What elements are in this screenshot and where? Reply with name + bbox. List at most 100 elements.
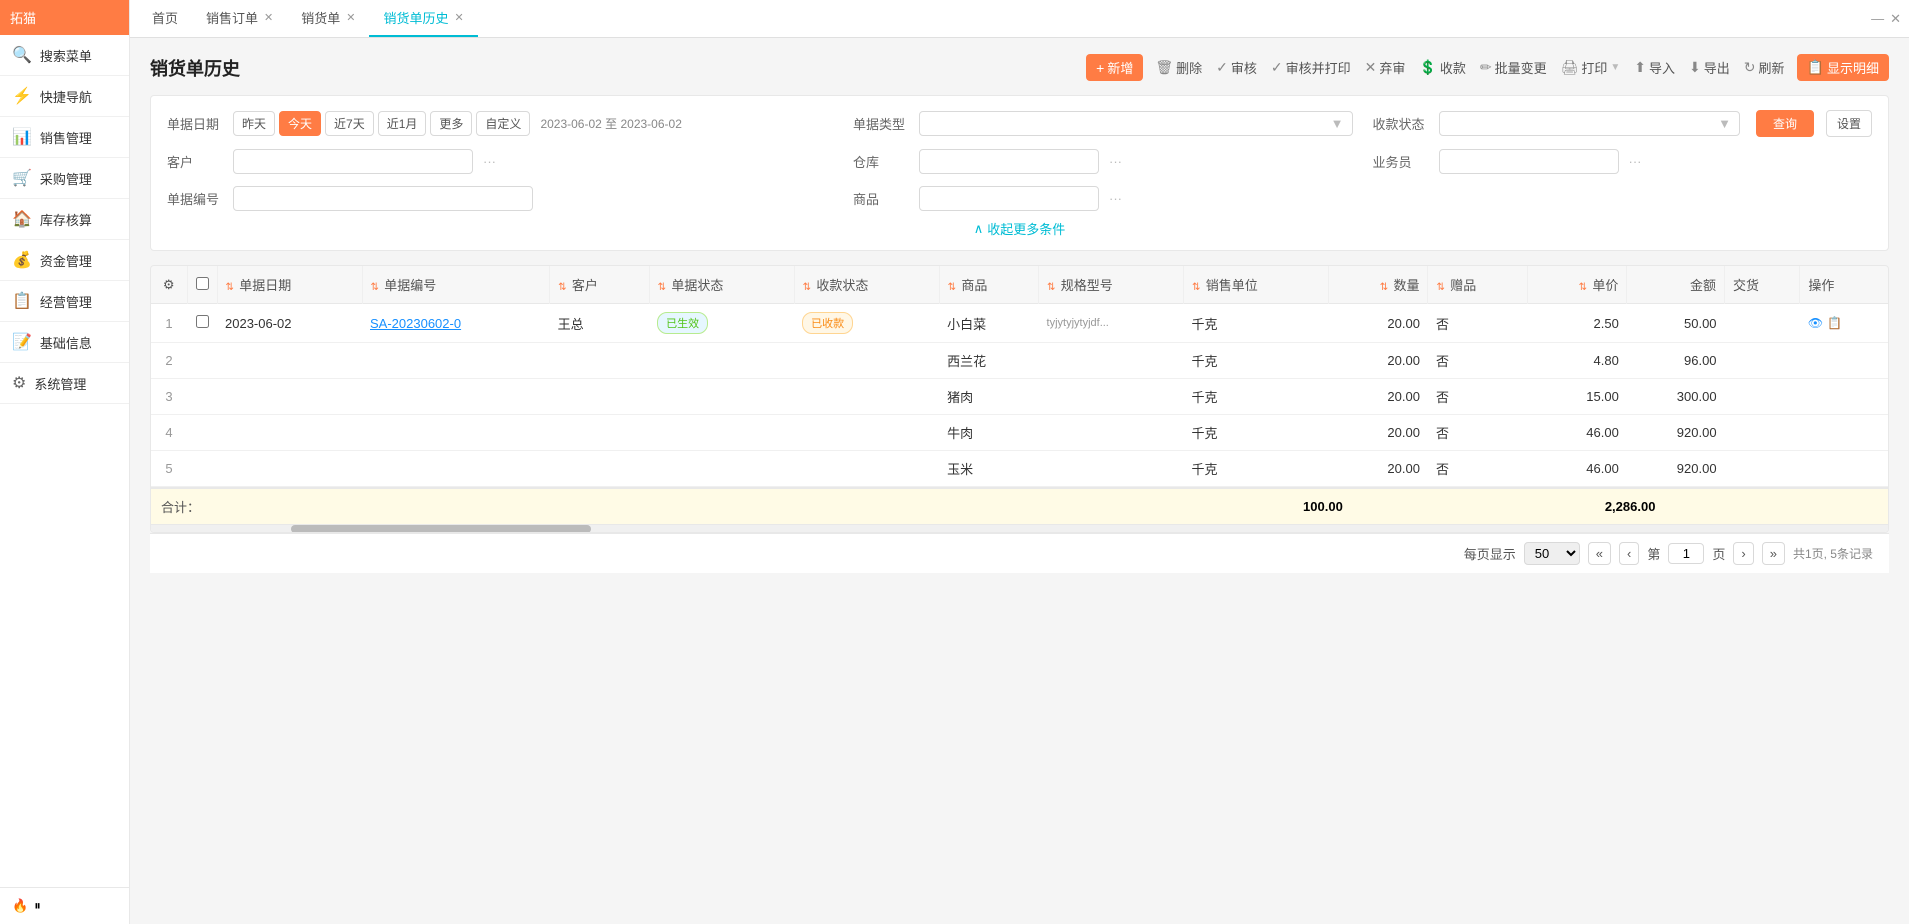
sort-pay-status-icon: ⇅ bbox=[803, 282, 811, 293]
table-row: 2 西兰花 千克 20.00 否 4.80 96.00 bbox=[151, 343, 1888, 379]
th-price[interactable]: ⇅ 单价 bbox=[1527, 266, 1626, 304]
goods-dots[interactable]: ··· bbox=[1109, 191, 1122, 206]
first-page-btn[interactable]: « bbox=[1588, 542, 1611, 565]
collapse-row[interactable]: ∧ 收起更多条件 bbox=[167, 215, 1872, 242]
customer-input[interactable] bbox=[233, 149, 473, 174]
next-page-btn[interactable]: › bbox=[1733, 542, 1753, 565]
cell-amount: 920.00 bbox=[1627, 415, 1725, 451]
cell-checkbox[interactable] bbox=[187, 304, 217, 343]
select-all-checkbox[interactable] bbox=[196, 277, 209, 290]
fire-icon[interactable]: 🔥 bbox=[12, 898, 28, 914]
doc-type-select[interactable]: ▼ bbox=[919, 111, 1353, 136]
delete-button[interactable]: 🗑 删除 bbox=[1153, 55, 1204, 80]
scroll-thumb[interactable] bbox=[291, 525, 591, 533]
warehouse-input[interactable] bbox=[919, 149, 1099, 174]
pause-icon[interactable]: ⏸ bbox=[34, 898, 41, 914]
cell-pay-status bbox=[794, 379, 939, 415]
date-today-btn[interactable]: 今天 bbox=[279, 111, 321, 136]
th-quantity[interactable]: ⇅ 数量 bbox=[1329, 266, 1428, 304]
sidebar-item-purchase-mgmt[interactable]: 🛒 采购管理 bbox=[0, 158, 129, 199]
th-date[interactable]: ⇅ 单据日期 bbox=[217, 266, 362, 304]
docnum-input[interactable] bbox=[233, 186, 533, 211]
page-number-input[interactable] bbox=[1668, 543, 1704, 564]
batch-change-button[interactable]: ✏ 批量变更 bbox=[1478, 55, 1549, 80]
tab-home[interactable]: 首页 bbox=[138, 0, 192, 37]
sidebar-item-operations[interactable]: 📋 经营管理 bbox=[0, 281, 129, 322]
th-unit[interactable]: ⇅ 销售单位 bbox=[1184, 266, 1329, 304]
system-icon: ⚙ bbox=[12, 373, 26, 393]
cell-checkbox[interactable] bbox=[187, 415, 217, 451]
inventory-icon: 🏠 bbox=[12, 209, 32, 229]
query-button[interactable]: 查询 bbox=[1756, 110, 1814, 137]
cell-docnum bbox=[362, 415, 550, 451]
th-checkbox[interactable] bbox=[187, 266, 217, 304]
settings-button[interactable]: 设置 bbox=[1826, 110, 1872, 137]
doc-number-link[interactable]: SA-20230602-0 bbox=[370, 316, 461, 331]
th-goods[interactable]: ⇅ 商品 bbox=[939, 266, 1038, 304]
th-settings[interactable]: ⚙ bbox=[151, 266, 187, 304]
tab-sales-order[interactable]: 销售订单 ✕ bbox=[192, 0, 287, 37]
audit-print-button[interactable]: ✓ 审核并打印 bbox=[1269, 55, 1353, 80]
sidebar-item-basic-info[interactable]: 📝 基础信息 bbox=[0, 322, 129, 363]
th-transaction[interactable]: 交货 bbox=[1725, 266, 1800, 304]
cell-price: 4.80 bbox=[1527, 343, 1626, 379]
tab-sales-goods[interactable]: 销货单 ✕ bbox=[287, 0, 369, 37]
cell-checkbox[interactable] bbox=[187, 379, 217, 415]
collect-button[interactable]: 💲 收款 bbox=[1417, 55, 1467, 80]
audit-button[interactable]: ✓ 审核 bbox=[1214, 55, 1259, 80]
sidebar-item-quick-nav[interactable]: ⚡ 快捷导航 bbox=[0, 76, 129, 117]
row-checkbox[interactable] bbox=[196, 315, 209, 328]
refresh-button[interactable]: ↻ 刷新 bbox=[1742, 55, 1787, 80]
cell-checkbox[interactable] bbox=[187, 343, 217, 379]
th-pay-status[interactable]: ⇅ 收款状态 bbox=[794, 266, 939, 304]
cell-checkbox[interactable] bbox=[187, 451, 217, 487]
show-detail-button[interactable]: 📋 显示明细 bbox=[1797, 54, 1889, 81]
date-custom-btn[interactable]: 自定义 bbox=[476, 111, 530, 136]
view-action-btn[interactable]: 👁 bbox=[1808, 316, 1823, 330]
tab-sales-history[interactable]: 销货单历史 ✕ bbox=[369, 0, 477, 37]
last-page-btn[interactable]: » bbox=[1762, 542, 1785, 565]
date-yesterday-btn[interactable]: 昨天 bbox=[233, 111, 275, 136]
tab-sales-order-close[interactable]: ✕ bbox=[264, 11, 273, 24]
th-spec[interactable]: ⇅ 规格型号 bbox=[1039, 266, 1184, 304]
sidebar-logo[interactable]: 拓猫 bbox=[0, 0, 129, 35]
tab-sales-history-close[interactable]: ✕ bbox=[455, 11, 464, 24]
sidebar-item-finance[interactable]: 💰 资金管理 bbox=[0, 240, 129, 281]
th-doc-status[interactable]: ⇅ 单据状态 bbox=[649, 266, 794, 304]
tab-sales-goods-close[interactable]: ✕ bbox=[346, 11, 355, 24]
table-header-row: ⚙ ⇅ 单据日期 ⇅ 单据编号 bbox=[151, 266, 1888, 304]
cell-amount: 920.00 bbox=[1627, 451, 1725, 487]
cell-spec bbox=[1039, 343, 1184, 379]
staff-input[interactable] bbox=[1439, 149, 1619, 174]
horizontal-scrollbar[interactable] bbox=[151, 524, 1888, 532]
export-button[interactable]: ⬇ 导出 bbox=[1687, 55, 1732, 80]
goods-input[interactable] bbox=[919, 186, 1099, 211]
print-button[interactable]: 🖨 打印 ▼ bbox=[1559, 55, 1623, 80]
per-page-select[interactable]: 50 100 200 bbox=[1524, 542, 1580, 565]
warehouse-dots[interactable]: ··· bbox=[1109, 154, 1122, 169]
tab-sales-order-label: 销售订单 bbox=[206, 8, 258, 27]
customer-dots[interactable]: ··· bbox=[483, 154, 496, 169]
prev-page-btn[interactable]: ‹ bbox=[1619, 542, 1639, 565]
sidebar-item-inventory[interactable]: 🏠 库存核算 bbox=[0, 199, 129, 240]
abandon-button[interactable]: ✕ 弃审 bbox=[1363, 55, 1408, 80]
cell-unit: 千克 bbox=[1184, 304, 1329, 343]
th-amount[interactable]: 金额 bbox=[1627, 266, 1725, 304]
sidebar-item-system[interactable]: ⚙ 系统管理 bbox=[0, 363, 129, 404]
import-button[interactable]: ⬆ 导入 bbox=[1632, 55, 1677, 80]
add-button[interactable]: + 新增 bbox=[1086, 54, 1143, 81]
th-docnum[interactable]: ⇅ 单据编号 bbox=[362, 266, 550, 304]
cell-index: 2 bbox=[151, 343, 187, 379]
date-more-btn[interactable]: 更多 bbox=[430, 111, 472, 136]
sidebar-item-search-menu[interactable]: 🔍 搜索菜单 bbox=[0, 35, 129, 76]
date-1month-btn[interactable]: 近1月 bbox=[378, 111, 427, 136]
pay-status-select[interactable]: ▼ bbox=[1439, 111, 1740, 136]
th-customer[interactable]: ⇅ 客户 bbox=[550, 266, 649, 304]
th-gift[interactable]: ⇅ 赠品 bbox=[1428, 266, 1527, 304]
sidebar-item-sales-mgmt[interactable]: 📊 销售管理 bbox=[0, 117, 129, 158]
date-7days-btn[interactable]: 近7天 bbox=[325, 111, 374, 136]
window-close-icon[interactable]: ✕ bbox=[1890, 11, 1901, 27]
copy-action-btn[interactable]: 📋 bbox=[1827, 316, 1842, 330]
staff-dots[interactable]: ··· bbox=[1629, 154, 1642, 169]
window-minimize-icon[interactable]: — bbox=[1871, 11, 1884, 26]
